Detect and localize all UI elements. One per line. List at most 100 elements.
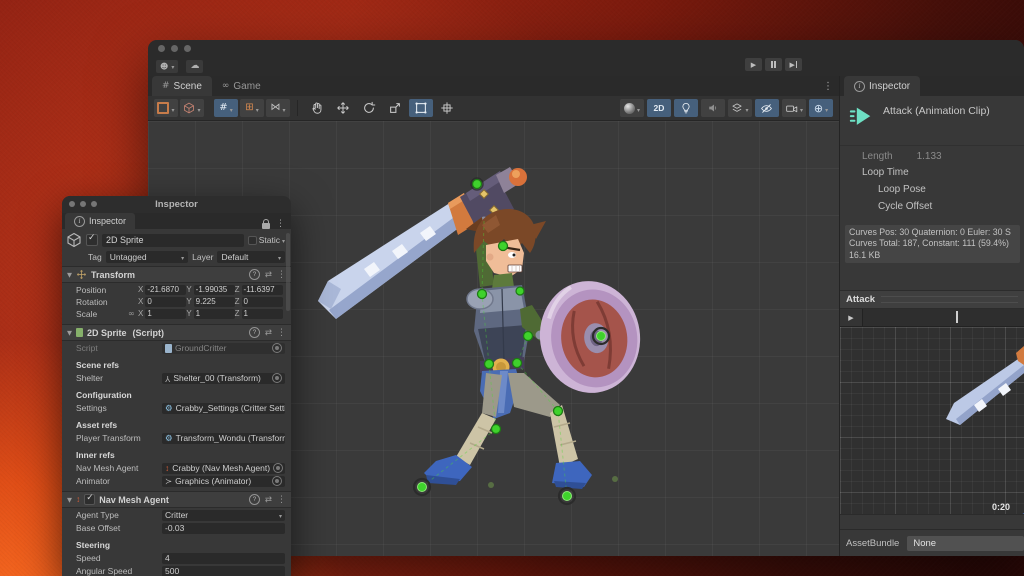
scene-tab-menu-icon[interactable]: ⋮ bbox=[817, 81, 839, 92]
drag-handle[interactable] bbox=[881, 296, 1018, 303]
layer-dropdown[interactable]: Default bbox=[217, 251, 285, 263]
effects-button[interactable] bbox=[728, 99, 752, 117]
handle-orientation-button[interactable] bbox=[180, 99, 204, 117]
pause-button[interactable] bbox=[765, 58, 782, 71]
floating-titlebar[interactable]: Inspector bbox=[62, 196, 291, 213]
loop-time-row[interactable]: Loop Time bbox=[840, 164, 1024, 181]
gameobject-name-field[interactable]: 2D Sprite bbox=[102, 234, 244, 247]
object-picker-icon[interactable] bbox=[272, 476, 282, 486]
tab-inspector[interactable]: Inspector bbox=[65, 213, 135, 229]
position-z-field[interactable]: -11.6397 bbox=[242, 285, 283, 295]
rotation-z-field[interactable]: 0 bbox=[242, 297, 283, 307]
gizmos-button[interactable]: ⊕ bbox=[809, 99, 833, 117]
kebab-menu-icon[interactable]: ⋮ bbox=[277, 270, 286, 280]
static-checkbox[interactable] bbox=[248, 236, 257, 245]
rotation-y-field[interactable]: 9.225 bbox=[194, 297, 235, 307]
object-picker-icon[interactable] bbox=[272, 343, 282, 353]
foldout-icon[interactable]: ▼ bbox=[67, 329, 72, 337]
script-field[interactable]: GroundCritter bbox=[162, 343, 285, 354]
transform-tool-button[interactable] bbox=[435, 99, 459, 117]
preset-icon[interactable]: ⇄ bbox=[265, 495, 272, 505]
move-tool-button[interactable] bbox=[331, 99, 355, 117]
close-button[interactable] bbox=[69, 201, 75, 207]
camera-settings-button[interactable] bbox=[782, 99, 806, 117]
nav-mesh-agent-field[interactable]: Crabby (Nav Mesh Agent) bbox=[162, 463, 285, 474]
position-y-field[interactable]: -1.99035 bbox=[194, 285, 235, 295]
assetbundle-dropdown[interactable]: None bbox=[907, 536, 1024, 551]
bone-gizmo-dot-faint[interactable] bbox=[612, 476, 618, 482]
bone-gizmo-dot-faint[interactable] bbox=[488, 482, 494, 488]
settings-field[interactable]: Crabby_Settings (Critter Settings) bbox=[162, 403, 285, 414]
minimize-button[interactable] bbox=[171, 45, 178, 52]
hand-tool-button[interactable] bbox=[305, 99, 329, 117]
loop-pose-row[interactable]: Loop Pose bbox=[840, 181, 1024, 198]
bone-gizmo-dot[interactable] bbox=[492, 425, 501, 434]
kebab-menu-icon[interactable]: ⋮ bbox=[277, 495, 286, 505]
bone-gizmo-dot[interactable] bbox=[485, 360, 494, 369]
navmesh-component-header[interactable]: ▼ Nav Mesh Agent ⇄ ⋮ bbox=[62, 491, 291, 508]
bone-gizmo-dot[interactable] bbox=[478, 290, 487, 299]
cycle-offset-row[interactable]: Cycle Offset bbox=[840, 198, 1024, 215]
step-button[interactable]: ▶ bbox=[785, 58, 802, 71]
tag-dropdown[interactable]: Untagged bbox=[106, 251, 188, 263]
shading-mode-button[interactable] bbox=[620, 99, 644, 117]
help-icon[interactable] bbox=[249, 327, 260, 338]
preview-header[interactable]: Attack bbox=[840, 290, 1024, 309]
static-toggle[interactable]: Static bbox=[248, 235, 285, 245]
tab-scene[interactable]: # Scene bbox=[152, 76, 212, 96]
animator-field[interactable]: Graphics (Animator) bbox=[162, 476, 285, 487]
2d-mode-button[interactable]: 2D bbox=[647, 99, 671, 117]
bone-gizmo-dot[interactable] bbox=[513, 359, 522, 368]
scrollbar-thumb[interactable] bbox=[286, 233, 290, 311]
bone-gizmo-dot[interactable] bbox=[554, 407, 563, 416]
help-icon[interactable] bbox=[249, 269, 260, 280]
object-picker-icon[interactable] bbox=[272, 373, 282, 383]
tab-inspector[interactable]: Inspector bbox=[844, 76, 920, 96]
scale-z-field[interactable]: 1 bbox=[242, 309, 283, 319]
bone-gizmo-dot[interactable] bbox=[559, 488, 575, 504]
scale-x-field[interactable]: 1 bbox=[145, 309, 186, 319]
zoom-button[interactable] bbox=[91, 201, 97, 207]
bone-gizmo-dot[interactable] bbox=[524, 332, 533, 341]
foldout-icon[interactable]: ▼ bbox=[67, 271, 72, 279]
base-offset-field[interactable]: -0.03 bbox=[162, 523, 285, 534]
main-titlebar[interactable]: ☻ ☁ ▶ ▶ bbox=[148, 40, 1024, 76]
kebab-menu-icon[interactable]: ⋮ bbox=[277, 328, 286, 338]
scene-visibility-button[interactable] bbox=[755, 99, 779, 117]
scale-tool-button[interactable] bbox=[383, 99, 407, 117]
preset-icon[interactable]: ⇄ bbox=[265, 270, 272, 280]
angular-speed-field[interactable]: 500 bbox=[162, 566, 285, 576]
foldout-icon[interactable]: ▼ bbox=[67, 496, 72, 504]
agent-type-dropdown[interactable]: Critter bbox=[162, 510, 285, 521]
preview-timeline[interactable] bbox=[863, 309, 1024, 326]
bone-gizmo-dot[interactable] bbox=[471, 178, 483, 190]
account-button[interactable]: ☻ bbox=[156, 60, 178, 73]
preset-icon[interactable]: ⇄ bbox=[265, 328, 272, 338]
bone-gizmo-dot[interactable] bbox=[499, 242, 508, 251]
preview-play-button[interactable]: ▶ bbox=[840, 309, 863, 326]
tab-game[interactable]: ∞ Game bbox=[212, 76, 271, 96]
rect-tool-button[interactable] bbox=[409, 99, 433, 117]
object-picker-icon[interactable] bbox=[273, 463, 283, 473]
close-button[interactable] bbox=[158, 45, 165, 52]
scene-lighting-button[interactable] bbox=[674, 99, 698, 117]
timeline-marker[interactable] bbox=[956, 311, 958, 323]
pivot-mode-button[interactable] bbox=[154, 99, 178, 117]
component-enabled-checkbox[interactable] bbox=[84, 494, 95, 505]
shelter-field[interactable]: Shelter_00 (Transform) bbox=[162, 373, 285, 384]
animation-preview[interactable]: 0:20 bbox=[840, 327, 1024, 514]
scale-y-field[interactable]: 1 bbox=[194, 309, 235, 319]
rotate-tool-button[interactable] bbox=[357, 99, 381, 117]
script-component-header[interactable]: ▼ 2D Sprite (Script) ⇄ ⋮ bbox=[62, 324, 291, 341]
play-button[interactable]: ▶ bbox=[745, 58, 762, 71]
active-checkbox[interactable] bbox=[86, 234, 98, 246]
grid-visibility-button[interactable]: ⊞ bbox=[240, 99, 264, 117]
lock-icon[interactable] bbox=[262, 223, 270, 229]
constrain-proportions-icon[interactable]: ∞ bbox=[128, 309, 138, 318]
grid-snapping-button[interactable]: # bbox=[214, 99, 238, 117]
snap-settings-button[interactable]: ⋈ bbox=[266, 99, 290, 117]
scene-audio-button[interactable] bbox=[701, 99, 725, 117]
transform-component-header[interactable]: ▼ Transform ⇄ ⋮ bbox=[62, 266, 291, 283]
rotation-x-field[interactable]: 0 bbox=[145, 297, 186, 307]
position-x-field[interactable]: -21.6870 bbox=[145, 285, 186, 295]
